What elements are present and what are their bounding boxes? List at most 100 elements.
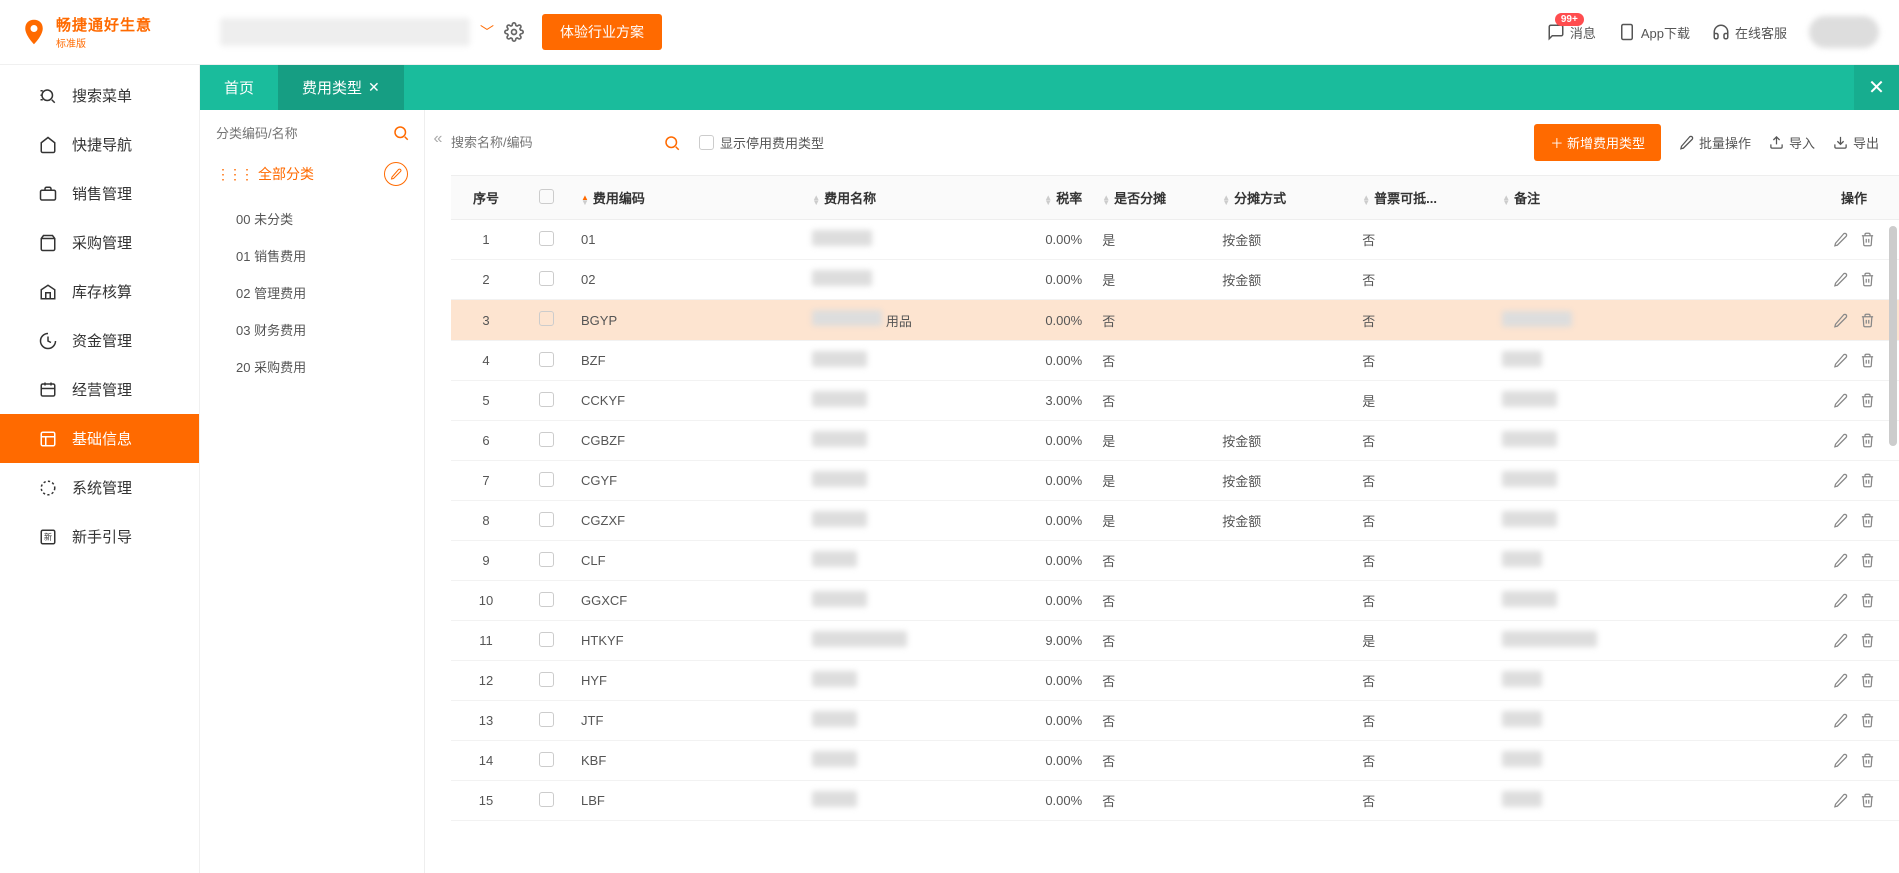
cell-checkbox[interactable]	[521, 260, 571, 300]
delete-row-button[interactable]	[1860, 713, 1875, 728]
add-expense-type-button[interactable]: ＋ 新增费用类型	[1534, 124, 1661, 161]
delete-row-button[interactable]	[1860, 513, 1875, 528]
sidebar-item-sales[interactable]: 销售管理	[0, 169, 199, 218]
checkbox-icon[interactable]	[539, 472, 554, 487]
cell-checkbox[interactable]	[521, 300, 571, 341]
tab-expense-type[interactable]: 费用类型 ✕	[278, 65, 404, 110]
cell-checkbox[interactable]	[521, 421, 571, 461]
export-button[interactable]: 导出	[1833, 133, 1879, 152]
messages-link[interactable]: 99+ 消息	[1547, 23, 1596, 42]
cell-checkbox[interactable]	[521, 381, 571, 421]
edit-row-button[interactable]	[1833, 593, 1848, 608]
edit-row-button[interactable]	[1833, 232, 1848, 247]
edit-row-button[interactable]	[1833, 753, 1848, 768]
cell-checkbox[interactable]	[521, 581, 571, 621]
cell-checkbox[interactable]	[521, 461, 571, 501]
edit-row-button[interactable]	[1833, 513, 1848, 528]
close-all-tabs[interactable]: ✕	[1854, 65, 1899, 110]
close-icon[interactable]: ✕	[368, 79, 380, 96]
delete-row-button[interactable]	[1860, 393, 1875, 408]
col-rate[interactable]: ▲▼税率	[1002, 176, 1092, 220]
sidebar-item-search-menu[interactable]: 搜索菜单	[0, 71, 199, 120]
sidebar-item-basic-info[interactable]: 基础信息	[0, 414, 199, 463]
col-remark[interactable]: ▲▼备注	[1492, 176, 1809, 220]
category-item[interactable]: 00 未分类	[200, 200, 424, 237]
table-search[interactable]	[451, 134, 681, 152]
table-row[interactable]: 12HYF0.00%否否	[451, 661, 1899, 701]
checkbox-icon[interactable]	[539, 552, 554, 567]
edit-row-button[interactable]	[1833, 673, 1848, 688]
delete-row-button[interactable]	[1860, 313, 1875, 328]
edit-row-button[interactable]	[1833, 473, 1848, 488]
cell-checkbox[interactable]	[521, 541, 571, 581]
sidebar-item-quick-nav[interactable]: 快捷导航	[0, 120, 199, 169]
edit-row-button[interactable]	[1833, 393, 1848, 408]
edit-category-button[interactable]	[384, 162, 408, 186]
delete-row-button[interactable]	[1860, 553, 1875, 568]
checkbox-icon[interactable]	[539, 189, 554, 204]
table-row[interactable]: 8CGZXF0.00%是按金额否	[451, 501, 1899, 541]
col-share[interactable]: ▲▼是否分摊	[1092, 176, 1212, 220]
tenant-selector[interactable]: ﹀	[220, 18, 494, 46]
collapse-panel-button[interactable]: «	[434, 130, 443, 148]
edit-row-button[interactable]	[1833, 553, 1848, 568]
batch-action-button[interactable]: 批量操作	[1679, 133, 1751, 152]
category-item[interactable]: 02 管理费用	[200, 274, 424, 311]
cell-checkbox[interactable]	[521, 220, 571, 260]
category-all[interactable]: ⋮⋮⋮ 全部分类	[216, 164, 314, 184]
edit-row-button[interactable]	[1833, 633, 1848, 648]
sidebar-item-business[interactable]: 经营管理	[0, 365, 199, 414]
checkbox-icon[interactable]	[539, 352, 554, 367]
cell-checkbox[interactable]	[521, 741, 571, 781]
avatar[interactable]	[1809, 16, 1879, 48]
table-row[interactable]: 6CGBZF0.00%是按金额否	[451, 421, 1899, 461]
cell-checkbox[interactable]	[521, 621, 571, 661]
edit-row-button[interactable]	[1833, 433, 1848, 448]
checkbox-icon[interactable]	[539, 392, 554, 407]
table-search-input[interactable]	[451, 135, 663, 150]
delete-row-button[interactable]	[1860, 433, 1875, 448]
col-method[interactable]: ▲▼分摊方式	[1212, 176, 1352, 220]
table-row[interactable]: 1010.00%是按金额否	[451, 220, 1899, 260]
trial-button[interactable]: 体验行业方案	[542, 14, 662, 50]
col-checkbox[interactable]	[521, 176, 571, 220]
table-row[interactable]: 9CLF0.00%否否	[451, 541, 1899, 581]
sidebar-item-system[interactable]: 系统管理	[0, 463, 199, 512]
tab-home[interactable]: 首页	[200, 65, 278, 110]
category-search-input[interactable]	[216, 126, 392, 141]
edit-row-button[interactable]	[1833, 313, 1848, 328]
col-name[interactable]: ▲▼费用名称	[802, 176, 1002, 220]
table-row[interactable]: 14KBF0.00%否否	[451, 741, 1899, 781]
app-download-link[interactable]: App下载	[1618, 23, 1690, 42]
table-row[interactable]: 11HTKYF9.00%否是	[451, 621, 1899, 661]
delete-row-button[interactable]	[1860, 673, 1875, 688]
cell-checkbox[interactable]	[521, 501, 571, 541]
checkbox-icon[interactable]	[539, 752, 554, 767]
checkbox-icon[interactable]	[539, 712, 554, 727]
delete-row-button[interactable]	[1860, 753, 1875, 768]
table-row[interactable]: 15LBF0.00%否否	[451, 781, 1899, 821]
table-row[interactable]: 5CCKYF3.00%否是	[451, 381, 1899, 421]
table-row[interactable]: 7CGYF0.00%是按金额否	[451, 461, 1899, 501]
cell-checkbox[interactable]	[521, 661, 571, 701]
show-disabled-checkbox[interactable]: 显示停用费用类型	[699, 133, 824, 152]
delete-row-button[interactable]	[1860, 793, 1875, 808]
scrollbar[interactable]	[1889, 226, 1897, 446]
cell-checkbox[interactable]	[521, 781, 571, 821]
edit-row-button[interactable]	[1833, 793, 1848, 808]
table-row[interactable]: 4BZF0.00%否否	[451, 341, 1899, 381]
sidebar-item-purchase[interactable]: 采购管理	[0, 218, 199, 267]
search-icon[interactable]	[392, 124, 410, 142]
delete-row-button[interactable]	[1860, 232, 1875, 247]
checkbox-icon[interactable]	[539, 231, 554, 246]
sidebar-item-guide[interactable]: 新新手引导	[0, 512, 199, 561]
checkbox-icon[interactable]	[539, 512, 554, 527]
category-search[interactable]	[200, 110, 424, 152]
col-code[interactable]: ▲▼费用编码	[571, 176, 802, 220]
checkbox-icon[interactable]	[539, 311, 554, 326]
checkbox-icon[interactable]	[539, 592, 554, 607]
delete-row-button[interactable]	[1860, 633, 1875, 648]
category-item[interactable]: 01 销售费用	[200, 237, 424, 274]
checkbox-icon[interactable]	[699, 135, 714, 150]
edit-row-button[interactable]	[1833, 713, 1848, 728]
